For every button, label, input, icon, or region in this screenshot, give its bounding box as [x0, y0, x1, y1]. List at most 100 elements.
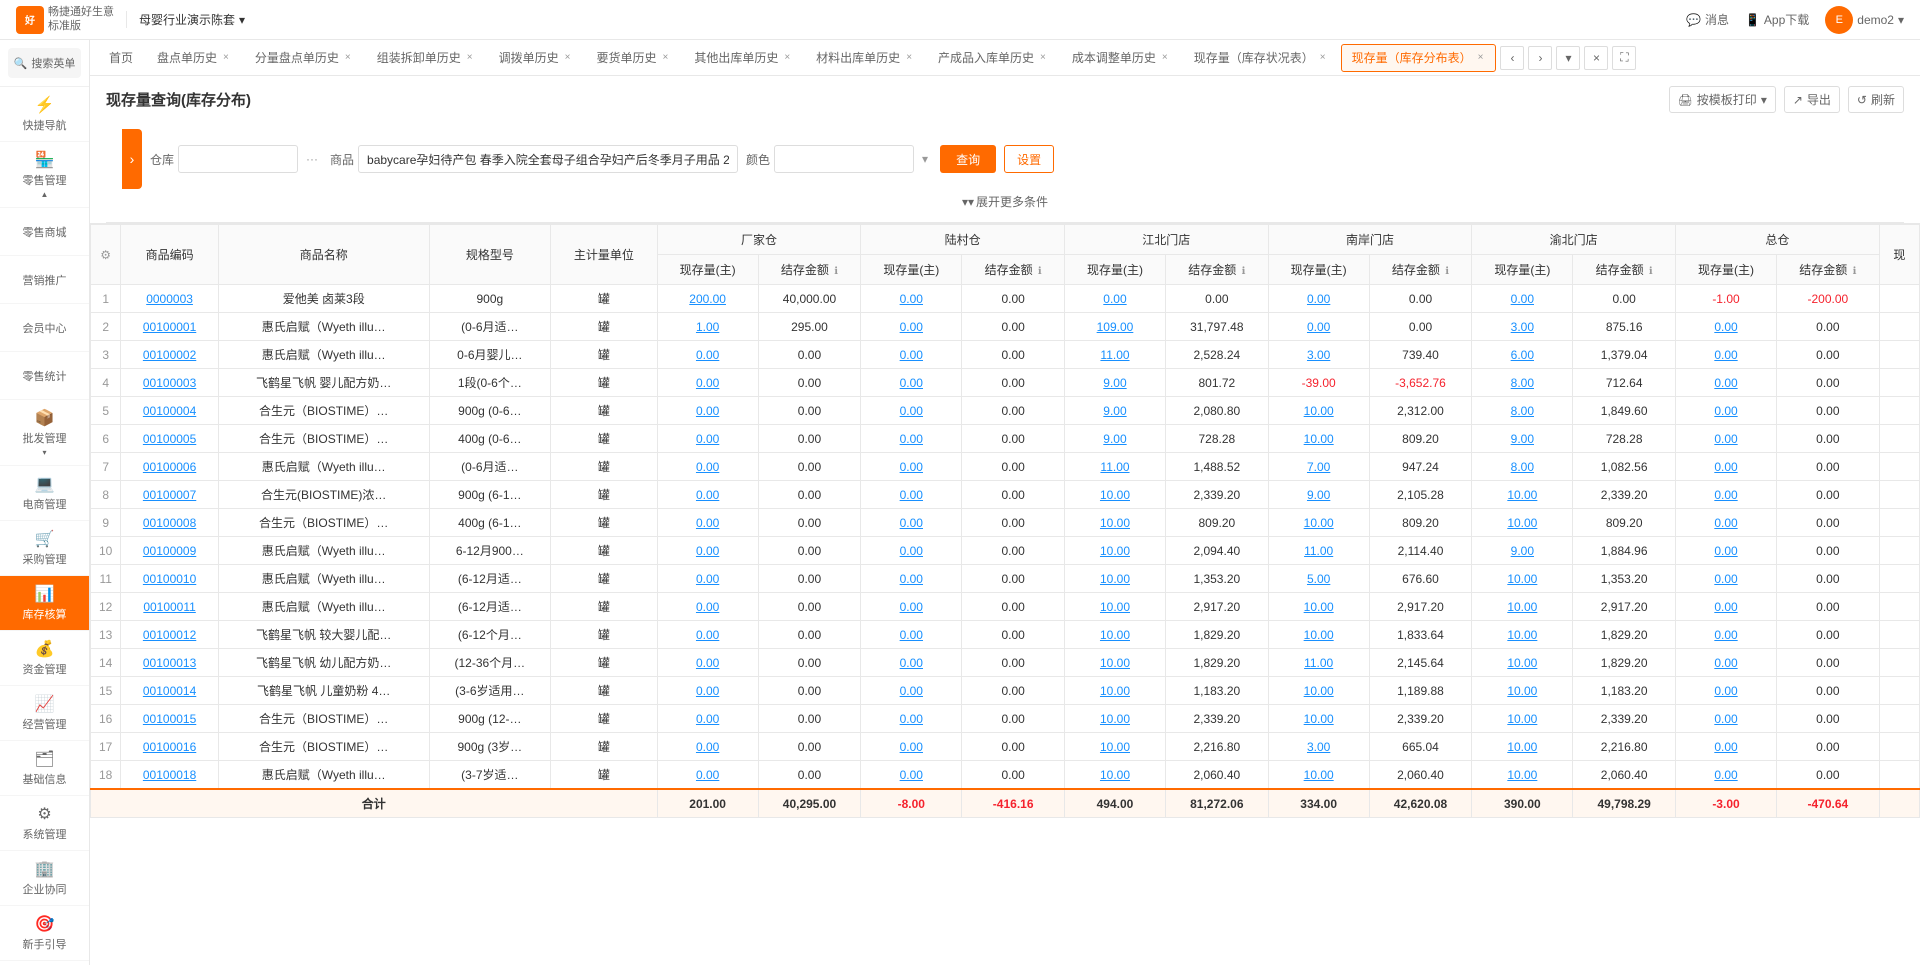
sidebar-item-retail[interactable]: 🏪 零售管理 ▲ [0, 142, 89, 208]
tab-kit[interactable]: 组装拆卸单历史× [366, 44, 486, 72]
factory-amt: 0.00 [758, 565, 861, 593]
tab-close-transfer[interactable]: × [563, 52, 573, 63]
goods-input[interactable] [358, 145, 738, 173]
tab-close-cost-adjust[interactable]: × [1160, 52, 1170, 63]
tab-close-inventory-list[interactable]: × [221, 52, 231, 63]
yubei-qty-header: 现存量(主) [1472, 255, 1573, 285]
search-button[interactable]: 查询 [940, 145, 996, 173]
product-code: 00100001 [121, 313, 218, 341]
warehouse-more-btn[interactable]: ··· [302, 152, 322, 166]
message-action[interactable]: 💬 消息 [1686, 11, 1729, 28]
basic-icon: 🗂 [34, 749, 54, 769]
tab-close-other-out[interactable]: × [782, 52, 792, 63]
info-icon4[interactable]: ℹ [1445, 266, 1449, 277]
product-code: 00100011 [121, 593, 218, 621]
factory-amt: 0.00 [758, 621, 861, 649]
sidebar-item-operation[interactable]: 📈 经营管理 [0, 686, 89, 741]
sidebar-item-apps[interactable]: 📱 应用中心 [0, 961, 89, 965]
sidebar-item-wholesale[interactable]: 📦 批发管理 ▾ [0, 400, 89, 466]
factory-qty: 0.00 [657, 397, 758, 425]
sidebar-item-ecommerce[interactable]: 💻 电商管理 [0, 466, 89, 521]
tab-close-stock-dist[interactable]: × [1476, 52, 1486, 63]
message-icon: 💬 [1686, 13, 1701, 27]
jiangbei-amt: 728.28 [1166, 425, 1269, 453]
tab-close-demand[interactable]: × [660, 52, 670, 63]
tab-other-out[interactable]: 其他出库单历史× [683, 44, 803, 72]
tab-nav-close-all[interactable]: × [1584, 46, 1608, 70]
sidebar-item-retail-store[interactable]: 零售商城 [0, 208, 89, 256]
tab-demand[interactable]: 要货单历史× [585, 44, 681, 72]
factory-qty: 0.00 [657, 621, 758, 649]
info-icon2[interactable]: ℹ [1038, 266, 1042, 277]
tab-nav-next[interactable]: › [1528, 46, 1552, 70]
tab-nav-expand[interactable]: ⛶ [1612, 46, 1636, 70]
tab-close-inv-detail[interactable]: × [343, 52, 353, 63]
summary-lvcun-qty: -8.00 [861, 789, 962, 818]
tab-home[interactable]: 首页 [98, 44, 144, 72]
export-button[interactable]: ↗ 导出 [1784, 86, 1840, 113]
tab-material-out[interactable]: 材料出库单历史× [805, 44, 925, 72]
nanan-amt: 1,189.88 [1369, 677, 1472, 705]
tab-inventory-list[interactable]: 盘点单历史× [146, 44, 242, 72]
warehouse-input[interactable] [178, 145, 298, 173]
nanan-qty: 11.00 [1268, 537, 1369, 565]
info-icon5[interactable]: ℹ [1649, 266, 1653, 277]
tab-close-product-in[interactable]: × [1038, 52, 1048, 63]
jiangbei-qty: 10.00 [1064, 565, 1165, 593]
current-extra [1879, 397, 1919, 425]
sidebar-item-quick[interactable]: ⚡ 快捷导航 [0, 87, 89, 142]
tab-product-in[interactable]: 产成品入库单历史× [927, 44, 1059, 72]
product-name: 惠氏启赋（Wyeth illu… [218, 565, 429, 593]
sidebar-item-marketing[interactable]: 营销推广 [0, 256, 89, 304]
info-icon3[interactable]: ℹ [1242, 266, 1246, 277]
print-button[interactable]: 🖨 按模板打印 ▾ [1669, 86, 1776, 113]
sidebar-item-system[interactable]: ⚙ 系统管理 [0, 796, 89, 851]
nanan-qty: 9.00 [1268, 481, 1369, 509]
yubei-amt: 1,082.56 [1573, 453, 1676, 481]
tab-nav-prev[interactable]: ‹ [1500, 46, 1524, 70]
sidebar-item-finance[interactable]: 💰 资金管理 [0, 631, 89, 686]
sidebar-item-member[interactable]: 会员中心 [0, 304, 89, 352]
product-spec: (3-6岁适用… [429, 677, 550, 705]
tab-stock-dist[interactable]: 现存量（库存分布表）× [1341, 44, 1497, 72]
sidebar-item-retail-stats[interactable]: 零售统计 [0, 352, 89, 400]
tab-stock-status[interactable]: 现存量（库存状况表）× [1183, 44, 1339, 72]
sidebar-item-inventory[interactable]: 📊 库存核算 [0, 576, 89, 631]
product-unit: 罐 [551, 593, 658, 621]
user-avatar[interactable]: E demo2 ▾ [1825, 6, 1904, 34]
tab-nav-menu[interactable]: ▾ [1556, 46, 1580, 70]
product-unit: 罐 [551, 733, 658, 761]
info-icon6[interactable]: ℹ [1853, 266, 1857, 277]
collapse-filter-btn[interactable]: › [122, 129, 142, 189]
tab-close-material-out[interactable]: × [904, 52, 914, 63]
sidebar-item-corp[interactable]: 🏢 企业协同 [0, 851, 89, 906]
lvcun-warehouse-header: 陆村仓 [861, 225, 1065, 255]
tab-inventory-detail[interactable]: 分量盘点单历史× [244, 44, 364, 72]
color-input[interactable] [774, 145, 914, 173]
sidebar-item-purchase[interactable]: 🛒 采购管理 [0, 521, 89, 576]
search-menu-button[interactable]: 🔍 搜索英单 [8, 48, 81, 78]
setting-button[interactable]: 设置 [1004, 145, 1054, 173]
expand-filter-btn[interactable]: ▾▾ 展开更多条件 [962, 193, 1048, 210]
nanan-qty: 3.00 [1268, 341, 1369, 369]
total-qty: 0.00 [1675, 649, 1776, 677]
tab-transfer[interactable]: 调拨单历史× [488, 44, 584, 72]
sidebar-item-newbie[interactable]: 🎯 新手引导 [0, 906, 89, 961]
color-dropdown-icon[interactable]: ▾ [918, 152, 932, 166]
color-label: 颜色 [746, 151, 770, 168]
tab-close-kit[interactable]: × [465, 52, 475, 63]
factory-qty: 0.00 [657, 509, 758, 537]
gear-icon[interactable]: ⚙ [100, 248, 111, 262]
refresh-button[interactable]: ↺ 刷新 [1848, 86, 1904, 113]
nav-selector[interactable]: 母婴行业演示陈套 ▾ [126, 11, 245, 28]
tab-close-stock-status[interactable]: × [1318, 52, 1328, 63]
table-row: 18 00100018 惠氏启赋（Wyeth illu… (3-7岁适… 罐 0… [91, 761, 1920, 790]
info-icon[interactable]: ℹ [834, 266, 838, 277]
lvcun-qty: 0.00 [861, 705, 962, 733]
tab-cost-adjust[interactable]: 成本调整单历史× [1061, 44, 1181, 72]
jiangbei-amt: 31,797.48 [1166, 313, 1269, 341]
lvcun-amt: 0.00 [962, 313, 1065, 341]
app-download-action[interactable]: 📱 App下载 [1745, 11, 1809, 28]
product-code: 00100004 [121, 397, 218, 425]
sidebar-item-basic[interactable]: 🗂 基础信息 [0, 741, 89, 796]
